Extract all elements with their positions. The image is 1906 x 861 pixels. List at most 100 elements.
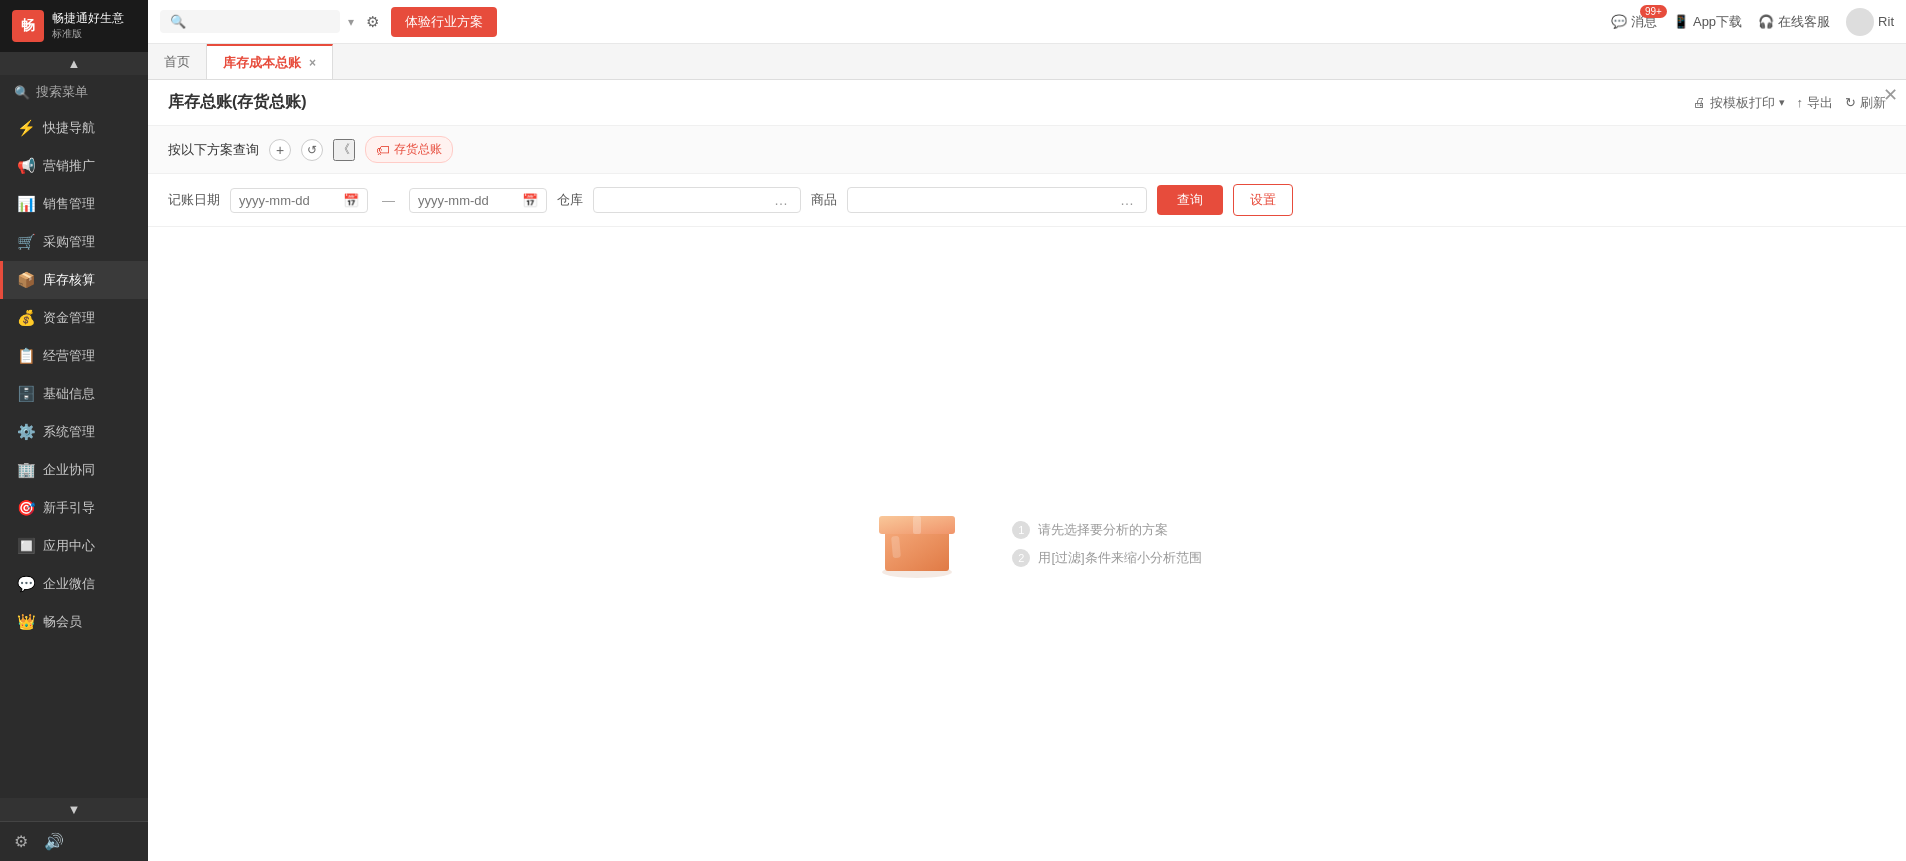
tabs-bar: 首页 库存成本总账 × bbox=[148, 44, 1906, 80]
empty-state: 1 请先选择要分析的方案 2 用[过滤]条件来缩小分析范围 bbox=[148, 227, 1906, 861]
sidebar-item-sales[interactable]: 📊 销售管理 bbox=[0, 185, 148, 223]
page-title: 库存总账(存货总账) bbox=[168, 92, 307, 113]
user-name: Rit bbox=[1878, 14, 1894, 29]
sidebar-item-label: 采购管理 bbox=[43, 233, 95, 251]
scheme-tag-label: 存货总账 bbox=[394, 141, 442, 158]
filter-add-btn[interactable]: + bbox=[269, 139, 291, 161]
topbar-right: 💬 消息 99+ 📱 App下载 🎧 在线客服 Rit bbox=[1611, 8, 1894, 36]
sidebar-item-operation[interactable]: 📋 经营管理 bbox=[0, 337, 148, 375]
warehouse-more-btn[interactable]: … bbox=[770, 192, 792, 208]
date-start-input-wrap[interactable]: 📅 bbox=[230, 188, 368, 213]
filter-collapse-btn[interactable]: 《 bbox=[333, 139, 355, 161]
message-btn[interactable]: 💬 消息 99+ bbox=[1611, 13, 1657, 31]
tab-home[interactable]: 首页 bbox=[148, 44, 207, 79]
sidebar-item-enterprise[interactable]: 🏢 企业协同 bbox=[0, 451, 148, 489]
industry-btn[interactable]: 体验行业方案 bbox=[391, 7, 497, 37]
goods-label: 商品 bbox=[811, 191, 837, 209]
sidebar-item-new-guide[interactable]: 🎯 新手引导 bbox=[0, 489, 148, 527]
vip-icon: 👑 bbox=[17, 613, 35, 631]
scroll-down-arrow[interactable]: ▼ bbox=[0, 798, 148, 821]
query-btn[interactable]: 查询 bbox=[1157, 185, 1223, 215]
goods-input[interactable] bbox=[856, 193, 1116, 208]
app-download-btn[interactable]: 📱 App下载 bbox=[1673, 13, 1742, 31]
topbar-chevron-icon[interactable]: ▾ bbox=[348, 15, 354, 29]
right-panel-close-btn[interactable]: ✕ bbox=[1875, 80, 1906, 110]
app-center-icon: 🔲 bbox=[17, 537, 35, 555]
filter-reset-btn[interactable]: ↺ bbox=[301, 139, 323, 161]
sidebar: 畅 畅捷通好生意 标准版 ▲ 🔍 搜索菜单 ⚡ 快捷导航 📢 营销推广 📊 销售… bbox=[0, 0, 148, 861]
export-btn[interactable]: ↑ 导出 bbox=[1797, 94, 1834, 112]
scheme-tag-icon: 🏷 bbox=[376, 142, 390, 158]
tab-inventory-ledger[interactable]: 库存成本总账 × bbox=[207, 44, 333, 79]
goods-more-btn[interactable]: … bbox=[1116, 192, 1138, 208]
empty-hint-1: 1 请先选择要分析的方案 bbox=[1012, 521, 1201, 539]
sidebar-item-vip[interactable]: 👑 畅会员 bbox=[0, 603, 148, 641]
date-end-input[interactable] bbox=[418, 193, 518, 208]
headset-icon: 🎧 bbox=[1758, 14, 1774, 29]
empty-text: 1 请先选择要分析的方案 2 用[过滤]条件来缩小分析范围 bbox=[1012, 521, 1201, 567]
tab-close-btn[interactable]: × bbox=[309, 56, 316, 70]
tab-inventory-label: 库存成本总账 bbox=[223, 54, 301, 72]
online-support-label: 在线客服 bbox=[1778, 13, 1830, 31]
topbar-gear-icon[interactable]: ⚙ bbox=[366, 13, 379, 31]
page-header-actions: 🖨 按模板打印 ▾ ↑ 导出 ↻ 刷新 bbox=[1693, 94, 1887, 112]
sidebar-item-label: 新手引导 bbox=[43, 499, 95, 517]
purchase-icon: 🛒 bbox=[17, 233, 35, 251]
sidebar-item-label: 基础信息 bbox=[43, 385, 95, 403]
operation-icon: 📋 bbox=[17, 347, 35, 365]
settings-btn[interactable]: 设置 bbox=[1233, 184, 1293, 216]
sidebar-search-label: 搜索菜单 bbox=[36, 83, 88, 101]
filter-bar: 按以下方案查询 + ↺ 《 🏷 存货总账 bbox=[148, 126, 1906, 174]
sidebar-item-wechat[interactable]: 💬 企业微信 bbox=[0, 565, 148, 603]
settings-icon[interactable]: ⚙ bbox=[14, 832, 28, 851]
sidebar-item-finance[interactable]: 💰 资金管理 bbox=[0, 299, 148, 337]
search-icon: 🔍 bbox=[14, 85, 30, 100]
avatar-image bbox=[1846, 8, 1874, 36]
sidebar-item-system[interactable]: ⚙️ 系统管理 bbox=[0, 413, 148, 451]
wechat-icon: 💬 bbox=[17, 575, 35, 593]
date-separator: — bbox=[382, 193, 395, 208]
sidebar-item-label: 资金管理 bbox=[43, 309, 95, 327]
sidebar-item-marketing[interactable]: 📢 营销推广 bbox=[0, 147, 148, 185]
new-guide-icon: 🎯 bbox=[17, 499, 35, 517]
sidebar-item-inventory[interactable]: 📦 库存核算 bbox=[0, 261, 148, 299]
warehouse-input[interactable] bbox=[602, 193, 770, 208]
close-icon: ✕ bbox=[1883, 84, 1898, 106]
goods-input-wrap[interactable]: … bbox=[847, 187, 1147, 213]
sound-icon[interactable]: 🔊 bbox=[44, 832, 64, 851]
online-support-btn[interactable]: 🎧 在线客服 bbox=[1758, 13, 1830, 31]
calendar-start-icon[interactable]: 📅 bbox=[343, 193, 359, 208]
date-start-input[interactable] bbox=[239, 193, 339, 208]
print-btn[interactable]: 🖨 按模板打印 ▾ bbox=[1693, 94, 1785, 112]
system-icon: ⚙️ bbox=[17, 423, 35, 441]
phone-icon: 📱 bbox=[1673, 14, 1689, 29]
topbar-search[interactable]: 🔍 bbox=[160, 10, 340, 33]
calendar-end-icon[interactable]: 📅 bbox=[522, 193, 538, 208]
page-header: 库存总账(存货总账) 🖨 按模板打印 ▾ ↑ 导出 ↻ 刷新 bbox=[148, 80, 1906, 126]
sales-icon: 📊 bbox=[17, 195, 35, 213]
message-icon: 💬 bbox=[1611, 14, 1627, 29]
empty-box-illustration bbox=[867, 484, 957, 574]
scroll-up-arrow[interactable]: ▲ bbox=[0, 52, 148, 75]
sidebar-item-purchase[interactable]: 🛒 采购管理 bbox=[0, 223, 148, 261]
tab-home-label: 首页 bbox=[164, 53, 190, 71]
sidebar-item-label: 经营管理 bbox=[43, 347, 95, 365]
date-end-input-wrap[interactable]: 📅 bbox=[409, 188, 547, 213]
inventory-icon: 📦 bbox=[17, 271, 35, 289]
sidebar-item-app-center[interactable]: 🔲 应用中心 bbox=[0, 527, 148, 565]
empty-hint-2: 2 用[过滤]条件来缩小分析范围 bbox=[1012, 549, 1201, 567]
marketing-icon: 📢 bbox=[17, 157, 35, 175]
print-chevron-icon: ▾ bbox=[1779, 96, 1785, 109]
sidebar-item-label: 企业协同 bbox=[43, 461, 95, 479]
sidebar-item-label: 营销推广 bbox=[43, 157, 95, 175]
user-avatar[interactable]: Rit bbox=[1846, 8, 1894, 36]
sidebar-search[interactable]: 🔍 搜索菜单 bbox=[0, 75, 148, 109]
hint-text-1: 请先选择要分析的方案 bbox=[1038, 521, 1168, 539]
sidebar-item-basic-info[interactable]: 🗄️ 基础信息 bbox=[0, 375, 148, 413]
sidebar-item-quick-nav[interactable]: ⚡ 快捷导航 bbox=[0, 109, 148, 147]
filter-scheme-tag[interactable]: 🏷 存货总账 bbox=[365, 136, 453, 163]
logo-icon: 畅 bbox=[12, 10, 44, 42]
hint-num-2: 2 bbox=[1012, 549, 1030, 567]
app-logo: 畅 畅捷通好生意 标准版 bbox=[0, 0, 148, 52]
warehouse-input-wrap[interactable]: … bbox=[593, 187, 801, 213]
